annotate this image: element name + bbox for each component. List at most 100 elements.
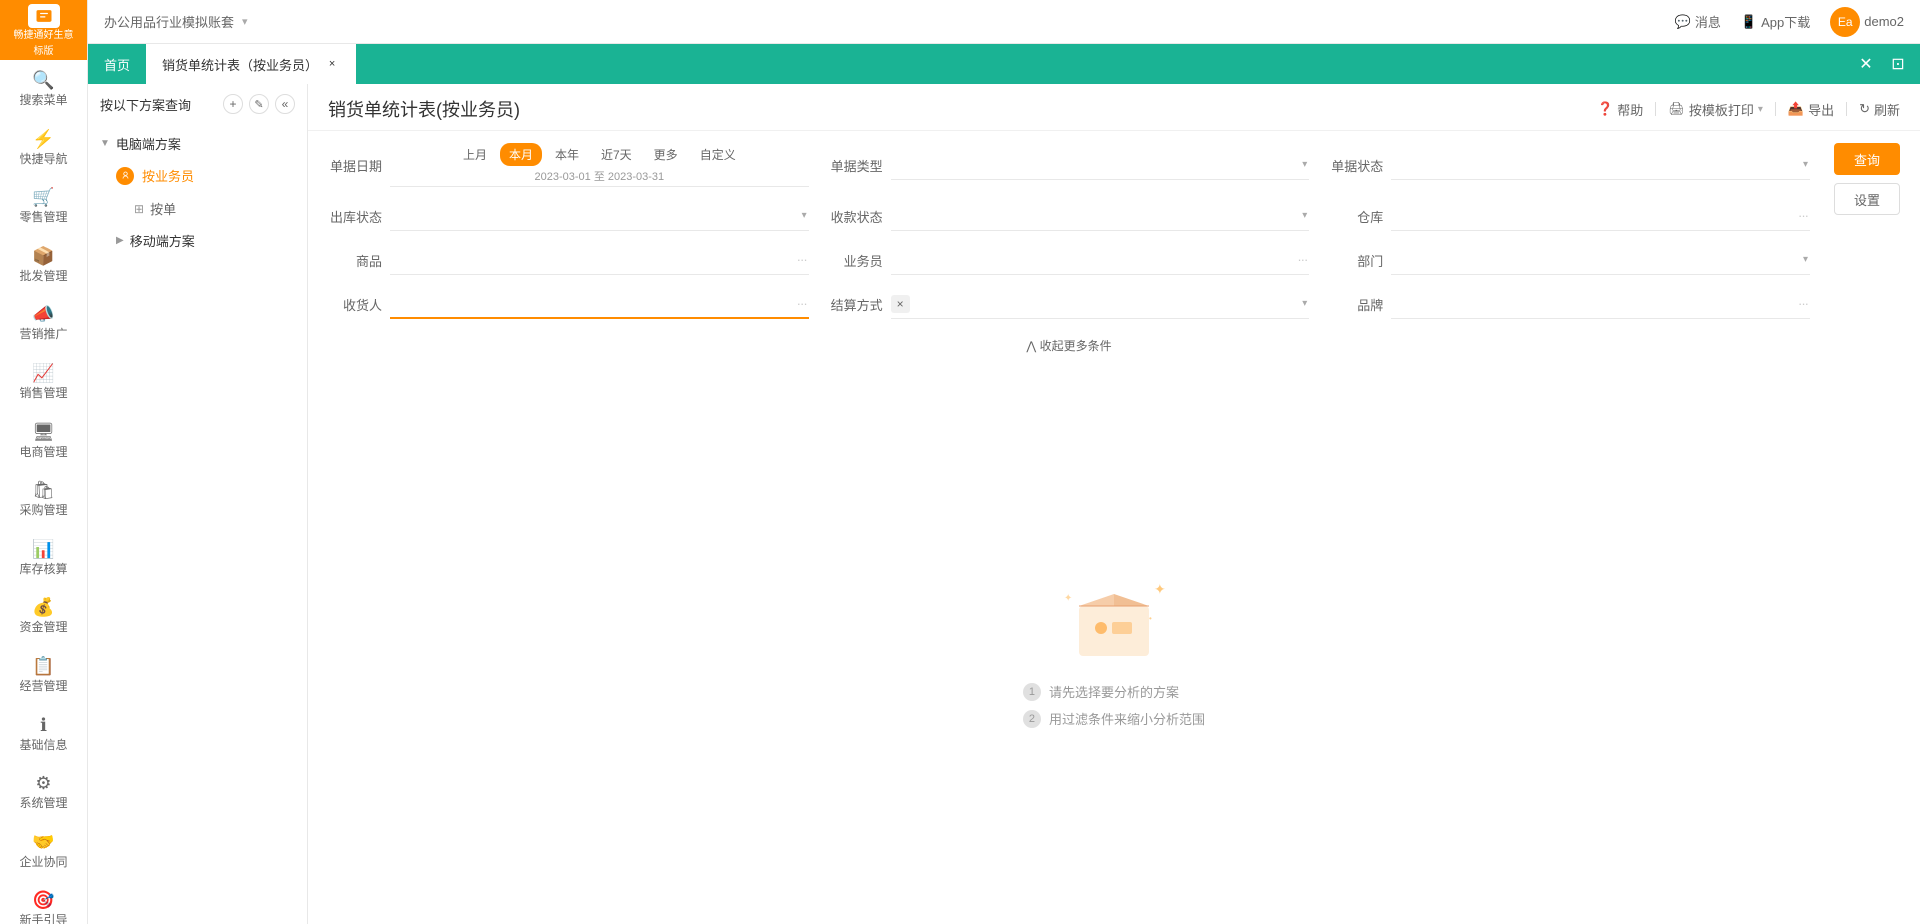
dept-label: 部门 [1329,251,1383,270]
scheme-group-arrow-icon: ▼ [100,138,110,149]
content-area: 按以下方案查询 + ✎ « ▼ 电脑端方案 [88,84,1920,924]
brand-input[interactable] [1391,296,1810,311]
product-input[interactable] [390,252,809,267]
last7-btn[interactable]: 近7天 [592,143,641,166]
more-btn[interactable]: 更多 [645,143,687,166]
recipient-control[interactable]: ··· [390,289,809,319]
this-year-btn[interactable]: 本年 [546,143,588,166]
hint-text-2: 用过滤条件来缩小分析范围 [1049,709,1205,728]
filter-row-1: 单据日期 上月 本月 本年 近7天 更多 自定义 [328,143,1810,187]
sidebar-nav-item-2[interactable]: 🛒 零售管理 [0,177,88,236]
export-btn[interactable]: 📤 导出 [1788,100,1834,119]
window-max-btn[interactable]: ⊡ [1884,50,1912,78]
doc-type-chevron-icon: ▾ [1302,159,1307,170]
edit-scheme-btn[interactable]: ✎ [249,94,269,114]
nav-icon-14: 🎯 [32,890,54,911]
sidebar-nav-item-10[interactable]: 📋 经营管理 [0,646,88,705]
doc-type-control[interactable]: ▾ [891,150,1310,180]
filter-area: 单据日期 上月 本月 本年 近7天 更多 自定义 [308,131,1920,370]
product-control[interactable]: ··· [390,245,809,275]
breadcrumb-arrow-icon[interactable]: ▾ [242,15,248,28]
breadcrumb-text: 办公用品行业模拟账套 [104,12,234,31]
collapse-bar[interactable]: ⋀ 收起更多条件 [328,333,1810,358]
custom-btn[interactable]: 自定义 [691,143,745,166]
this-month-btn[interactable]: 本月 [500,143,542,166]
doc-type-input[interactable] [891,157,1310,172]
scheme-item-salesperson-label: 按业务员 [142,166,194,185]
hint-num-1: 1 [1023,683,1041,701]
sidebar-nav-item-0[interactable]: 🔍 搜索菜单 [0,60,88,119]
mobile-scheme-label: 移动端方案 [130,231,195,250]
sidebar-nav-item-3[interactable]: 📦 批发管理 [0,236,88,295]
scheme-item-salesperson[interactable]: 按业务员 [88,159,307,192]
sidebar-nav-item-6[interactable]: 🖥 电商管理 [0,412,88,471]
sidebar-nav-item-7[interactable]: 🛍 采购管理 [0,470,88,529]
nav-label-2: 零售管理 [19,210,67,226]
warehouse-input[interactable] [1391,208,1810,223]
sidebar-nav-item-12[interactable]: ⚙ 系统管理 [0,763,88,822]
help-btn[interactable]: ❓ 帮助 [1597,100,1643,119]
settings-btn[interactable]: 设置 [1834,183,1900,215]
desktop-scheme-header[interactable]: ▼ 电脑端方案 [88,128,307,159]
collapse-panel-btn[interactable]: « [275,94,295,114]
dept-input[interactable] [1391,252,1810,267]
sub-item-by-order[interactable]: ⊞ 按单 [88,192,307,225]
brand-dots-icon: ··· [1798,296,1808,311]
left-panel-title: 按以下方案查询 [100,95,191,114]
payment-method-control[interactable]: × ▾ [891,289,1310,319]
add-scheme-btn[interactable]: + [223,94,243,114]
page-title: 销货单统计表(按业务员) [328,96,520,122]
sidebar-nav-item-4[interactable]: 📣 营销推广 [0,294,88,353]
svg-text:✦: ✦ [1154,581,1166,597]
dept-control[interactable]: ▾ [1391,245,1810,275]
brand-control[interactable]: ··· [1391,289,1810,319]
window-close-btn[interactable]: ✕ [1852,50,1880,78]
message-btn[interactable]: 💬 消息 [1675,12,1721,31]
payment-tag-x[interactable]: × [897,297,904,311]
app-download-btn[interactable]: 📱 App下载 [1741,12,1810,31]
print-label: 按模板打印 [1689,100,1754,119]
warehouse-item: 仓库 ··· [1329,201,1810,231]
nav-label-14: 新手引导 [19,913,67,924]
salesperson-input[interactable] [891,252,1310,267]
sidebar-nav-item-8[interactable]: 📊 库存核算 [0,529,88,588]
out-status-control[interactable]: ▾ [390,201,809,231]
sidebar-nav-item-13[interactable]: 🤝 企业协同 [0,822,88,881]
query-btn[interactable]: 查询 [1834,143,1900,175]
receipt-status-label: 收款状态 [829,207,883,226]
tab-home[interactable]: 首页 [88,44,146,84]
sidebar-nav-item-11[interactable]: ℹ 基础信息 [0,705,88,764]
print-icon: 🖨 [1668,101,1685,117]
user-profile-btn[interactable]: Ea demo2 [1830,7,1904,37]
logo-subtitle: 标版 [34,42,54,57]
refresh-btn[interactable]: ↻ 刷新 [1859,100,1900,119]
out-status-input[interactable] [390,208,809,223]
message-label: 消息 [1695,12,1721,31]
active-tab-label: 销货单统计表（按业务员） [162,55,318,74]
last-month-btn[interactable]: 上月 [454,143,496,166]
warehouse-control[interactable]: ··· [1391,201,1810,231]
empty-illustration: ✦ ✦ • [1054,566,1174,666]
tab-close-btn[interactable]: × [324,56,340,72]
sub-item-icon: ⊞ [134,202,144,216]
nav-label-8: 库存核算 [19,562,67,578]
sidebar-nav-item-5[interactable]: 📈 销售管理 [0,353,88,412]
sidebar-nav-item-9[interactable]: 💰 资金管理 [0,587,88,646]
recipient-input[interactable] [390,296,809,311]
print-btn[interactable]: 🖨 按模板打印 ▾ [1668,100,1763,119]
home-tab-label: 首页 [104,55,130,74]
doc-status-input[interactable] [1391,157,1810,172]
receipt-status-control[interactable]: ▾ [891,201,1310,231]
salesperson-item: 业务员 ··· [829,245,1310,275]
product-label: 商品 [328,251,382,270]
salesperson-control[interactable]: ··· [891,245,1310,275]
sidebar-nav-item-14[interactable]: 🎯 新手引导 [0,880,88,924]
receipt-status-input[interactable] [891,208,1310,223]
nav-label-12: 系统管理 [19,796,67,812]
nav-icon-13: 🤝 [32,832,54,853]
doc-type-label: 单据类型 [829,156,883,175]
sidebar-nav-item-1[interactable]: ⚡ 快捷导航 [0,119,88,178]
tab-sales-stats[interactable]: 销货单统计表（按业务员） × [146,44,356,84]
mobile-scheme-group[interactable]: ▶ 移动端方案 [88,225,307,256]
doc-status-control[interactable]: ▾ [1391,150,1810,180]
